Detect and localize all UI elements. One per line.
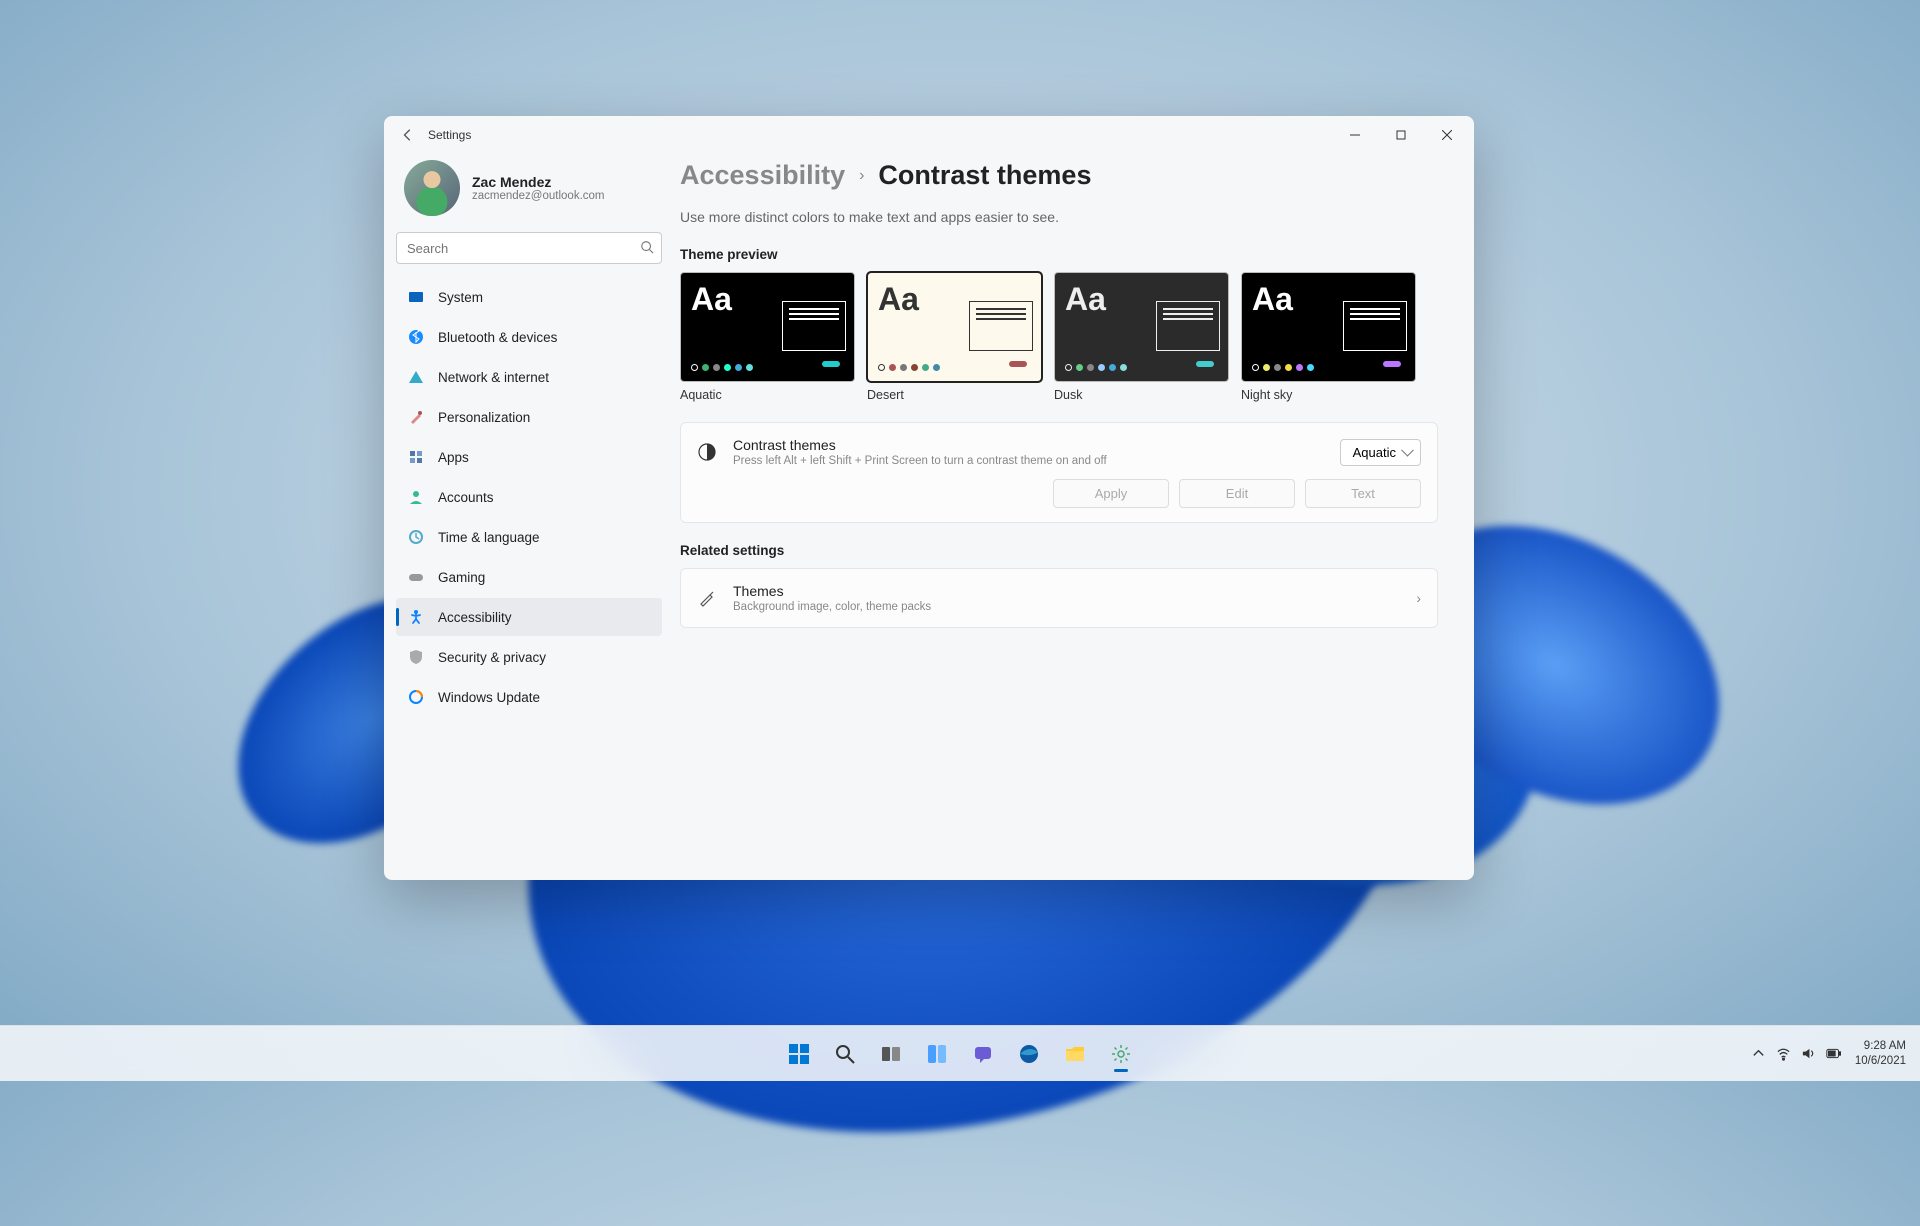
shield-icon: [408, 649, 424, 665]
edge-button[interactable]: [1009, 1034, 1049, 1074]
personalization-icon: [408, 409, 424, 425]
theme-desert[interactable]: Aa Desert: [867, 272, 1042, 402]
accessibility-icon: [408, 609, 424, 625]
avatar: [404, 160, 460, 216]
maximize-button[interactable]: [1378, 116, 1424, 154]
widgets-button[interactable]: [917, 1034, 957, 1074]
search-button[interactable]: [825, 1034, 865, 1074]
gaming-icon: [408, 569, 424, 585]
related-settings-label: Related settings: [680, 543, 1438, 558]
sidebar: Zac Mendez zacmendez@outlook.com System …: [384, 154, 674, 880]
nav-label: Personalization: [438, 410, 530, 425]
nav-accessibility[interactable]: Accessibility: [396, 598, 662, 636]
nav-label: Accessibility: [438, 610, 512, 625]
explorer-button[interactable]: [1055, 1034, 1095, 1074]
contrast-themes-card: Contrast themes Press left Alt + left Sh…: [680, 422, 1438, 523]
search-icon: [640, 240, 654, 254]
search-input[interactable]: [396, 232, 662, 264]
chat-button[interactable]: [963, 1034, 1003, 1074]
nav-apps[interactable]: Apps: [396, 438, 662, 476]
nav-gaming[interactable]: Gaming: [396, 558, 662, 596]
theme-name: Dusk: [1054, 388, 1229, 402]
apply-button[interactable]: Apply: [1053, 479, 1169, 508]
task-view-button[interactable]: [871, 1034, 911, 1074]
start-button[interactable]: [779, 1034, 819, 1074]
nav-label: Bluetooth & devices: [438, 330, 557, 345]
time-text: 9:28 AM: [1855, 1039, 1906, 1053]
nav-personalization[interactable]: Personalization: [396, 398, 662, 436]
system-tray[interactable]: [1751, 1046, 1841, 1061]
theme-night-sky[interactable]: Aa Night sky: [1241, 272, 1416, 402]
apps-icon: [408, 449, 424, 465]
edit-button[interactable]: Edit: [1179, 479, 1295, 508]
main-content: Accessibility › Contrast themes Use more…: [674, 154, 1474, 880]
settings-window: Settings Zac Mendez zacmendez@outlook.co…: [384, 116, 1474, 880]
taskbar-right: 9:28 AM 10/6/2021: [1751, 1039, 1920, 1068]
nav-network[interactable]: Network & internet: [396, 358, 662, 396]
nav-update[interactable]: Windows Update: [396, 678, 662, 716]
text-button[interactable]: Text: [1305, 479, 1421, 508]
breadcrumb: Accessibility › Contrast themes: [680, 160, 1438, 191]
volume-icon[interactable]: [1801, 1046, 1816, 1061]
nav-label: Windows Update: [438, 690, 540, 705]
breadcrumb-parent[interactable]: Accessibility: [680, 160, 845, 191]
brush-icon: [697, 588, 717, 608]
related-title: Themes: [733, 583, 1400, 599]
nav-list: System Bluetooth & devices Network & int…: [396, 278, 662, 716]
chevron-right-icon: ›: [859, 167, 864, 185]
theme-name: Desert: [867, 388, 1042, 402]
clock[interactable]: 9:28 AM 10/6/2021: [1855, 1039, 1906, 1068]
theme-aquatic[interactable]: Aa Aquatic: [680, 272, 855, 402]
nav-accounts[interactable]: Accounts: [396, 478, 662, 516]
network-icon: [408, 369, 424, 385]
page-subtitle: Use more distinct colors to make text an…: [680, 209, 1438, 225]
nav-label: Security & privacy: [438, 650, 546, 665]
update-icon: [408, 689, 424, 705]
window-title: Settings: [428, 128, 471, 142]
time-icon: [408, 529, 424, 545]
bluetooth-icon: [408, 329, 424, 345]
minimize-button[interactable]: [1332, 116, 1378, 154]
date-text: 10/6/2021: [1855, 1054, 1906, 1068]
nav-label: Network & internet: [438, 370, 549, 385]
close-button[interactable]: [1424, 116, 1470, 154]
theme-name: Night sky: [1241, 388, 1416, 402]
theme-dusk[interactable]: Aa Dusk: [1054, 272, 1229, 402]
nav-security[interactable]: Security & privacy: [396, 638, 662, 676]
related-desc: Background image, color, theme packs: [733, 601, 1400, 613]
wifi-icon[interactable]: [1776, 1046, 1791, 1061]
nav-system[interactable]: System: [396, 278, 662, 316]
nav-label: System: [438, 290, 483, 305]
chevron-right-icon: ›: [1416, 590, 1421, 606]
titlebar: Settings: [384, 116, 1474, 154]
taskbar-center: [779, 1034, 1141, 1074]
themes-related-card[interactable]: Themes Background image, color, theme pa…: [680, 568, 1438, 628]
card-desc: Press left Alt + left Shift + Print Scre…: [733, 455, 1324, 467]
nav-label: Apps: [438, 450, 469, 465]
theme-name: Aquatic: [680, 388, 855, 402]
nav-label: Accounts: [438, 490, 494, 505]
nav-label: Time & language: [438, 530, 540, 545]
search-box[interactable]: [396, 232, 662, 264]
settings-taskbar-button[interactable]: [1101, 1034, 1141, 1074]
nav-bluetooth[interactable]: Bluetooth & devices: [396, 318, 662, 356]
theme-preview-row: Aa Aquatic Aa Desert Aa Dusk Aa Night sk…: [680, 272, 1438, 402]
nav-label: Gaming: [438, 570, 485, 585]
theme-select-dropdown[interactable]: Aquatic: [1340, 439, 1421, 466]
taskbar: 9:28 AM 10/6/2021: [0, 1025, 1920, 1081]
profile-email: zacmendez@outlook.com: [472, 190, 605, 202]
system-icon: [408, 289, 424, 305]
back-button[interactable]: [388, 116, 428, 154]
contrast-icon: [697, 442, 717, 462]
profile-block[interactable]: Zac Mendez zacmendez@outlook.com: [396, 154, 662, 232]
nav-time[interactable]: Time & language: [396, 518, 662, 556]
chevron-up-icon[interactable]: [1751, 1046, 1766, 1061]
theme-preview-label: Theme preview: [680, 247, 1438, 262]
card-title: Contrast themes: [733, 437, 1324, 453]
battery-icon[interactable]: [1826, 1046, 1841, 1061]
breadcrumb-current: Contrast themes: [878, 160, 1091, 191]
accounts-icon: [408, 489, 424, 505]
profile-name: Zac Mendez: [472, 174, 605, 190]
